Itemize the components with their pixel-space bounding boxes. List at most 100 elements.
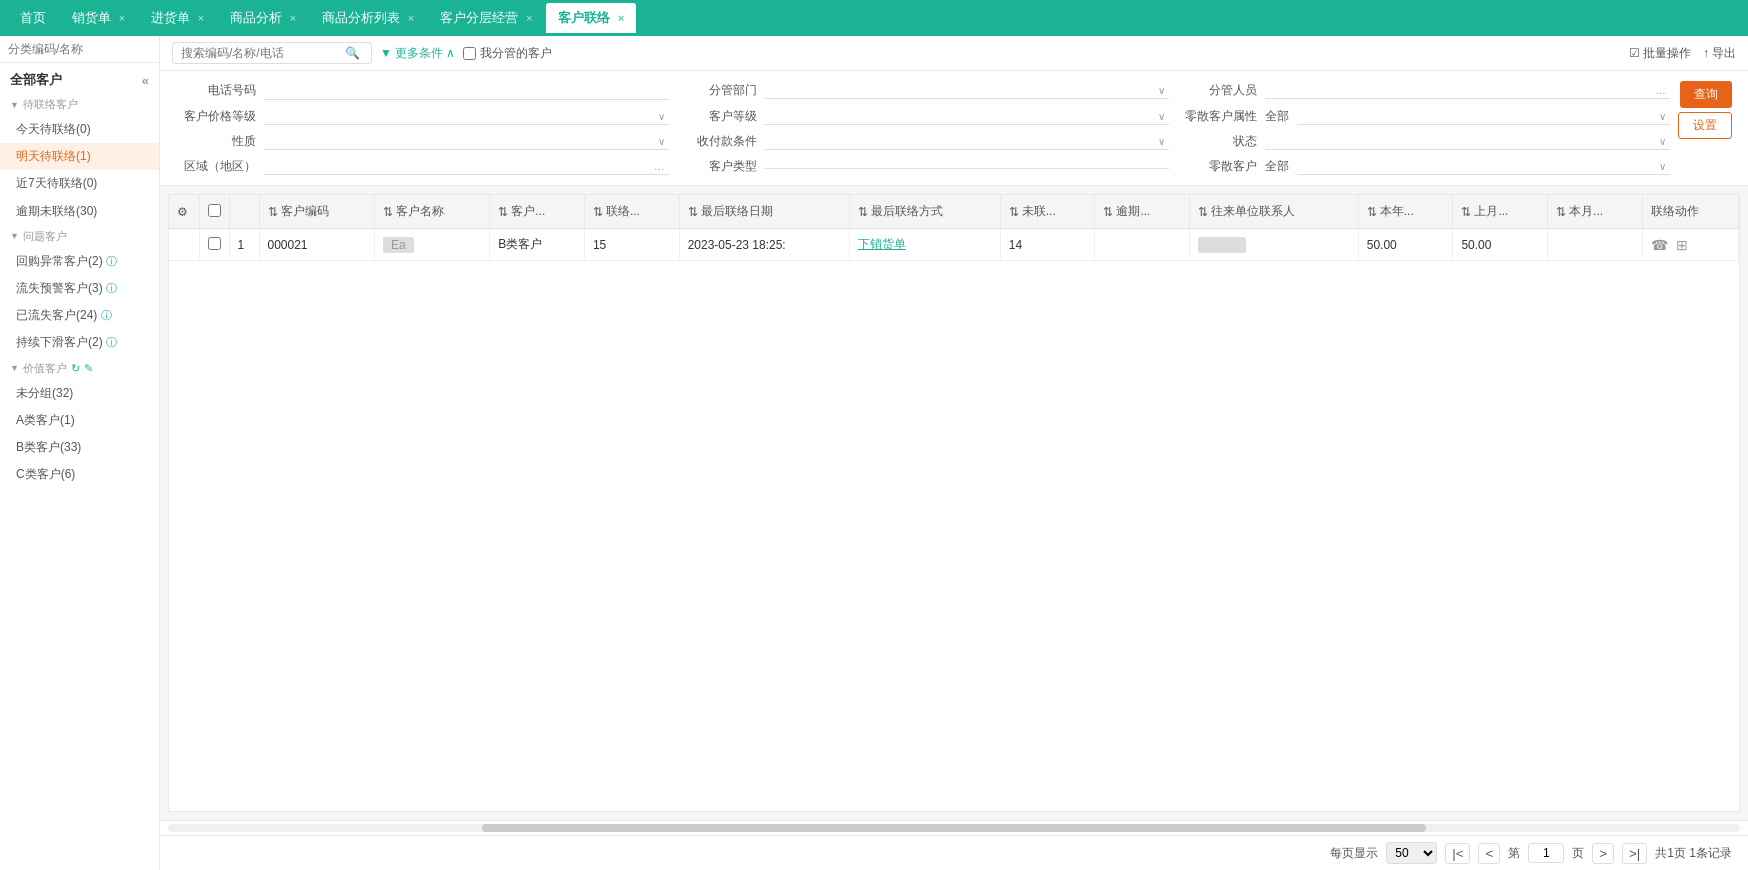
caret-down-icon: ∨ bbox=[1158, 136, 1165, 147]
scrollbar-thumb[interactable] bbox=[482, 824, 1425, 832]
nav-home[interactable]: 首页 bbox=[8, 3, 58, 33]
nature-label: 性质 bbox=[176, 133, 256, 150]
status-select[interactable]: ∨ bbox=[1265, 134, 1670, 150]
export-btn[interactable]: ↑ 导出 bbox=[1703, 45, 1736, 62]
th-contact-count[interactable]: ⇅ 联络... bbox=[584, 195, 679, 229]
grid-action-icon[interactable]: ⊞ bbox=[1676, 237, 1688, 253]
toolbar-search-container: 🔍 bbox=[172, 42, 372, 64]
prev-page-btn[interactable]: < bbox=[1478, 843, 1500, 864]
info-icon: ⓘ bbox=[106, 336, 117, 348]
customer-level-select[interactable]: ∨ bbox=[765, 109, 1170, 125]
payment-select[interactable]: ∨ bbox=[765, 134, 1170, 150]
settings-icon[interactable]: ⚙ bbox=[177, 205, 188, 219]
th-unit-contacts[interactable]: ⇅ 往来单位联系人 bbox=[1190, 195, 1359, 229]
sidebar-item-tomorrow-pending[interactable]: 明天待联络(1) bbox=[0, 143, 159, 170]
dept-select[interactable]: ∨ bbox=[765, 83, 1170, 99]
close-icon[interactable]: × bbox=[618, 12, 624, 24]
page-input[interactable] bbox=[1528, 843, 1564, 863]
customer-table: ⚙ ⇅ 客户编码 ⇅ 客户名称 ⇅ 客户... bbox=[169, 195, 1739, 261]
my-customers-label: 我分管的客户 bbox=[480, 45, 552, 62]
close-icon[interactable]: × bbox=[198, 12, 204, 24]
td-customer-code: 000021 bbox=[259, 229, 374, 261]
first-page-btn[interactable]: |< bbox=[1445, 843, 1470, 864]
sidebar-section-pending: 待联络客户 bbox=[0, 93, 159, 116]
dots-icon: … bbox=[654, 160, 665, 172]
nav-purchase-order[interactable]: 进货单 × bbox=[139, 3, 216, 33]
retail-attr-select[interactable]: ∨ bbox=[1297, 109, 1670, 125]
table-wrapper: ⚙ ⇅ 客户编码 ⇅ 客户名称 ⇅ 客户... bbox=[168, 194, 1740, 812]
last-page-btn[interactable]: >| bbox=[1622, 843, 1647, 864]
scrollbar-row bbox=[160, 820, 1748, 835]
td-this-month bbox=[1548, 229, 1643, 261]
more-filters-btn[interactable]: ▼ 更多条件 ∧ bbox=[380, 45, 455, 62]
close-icon[interactable]: × bbox=[290, 12, 296, 24]
th-last-month[interactable]: ⇅ 上月... bbox=[1453, 195, 1548, 229]
price-level-select[interactable]: ∨ bbox=[264, 109, 669, 125]
last-contact-method-link[interactable]: 下销货单 bbox=[858, 237, 906, 251]
th-customer-code[interactable]: ⇅ 客户编码 bbox=[259, 195, 374, 229]
toolbar-search-input[interactable] bbox=[181, 46, 341, 60]
sidebar-item-class-b[interactable]: B类客户(33) bbox=[0, 434, 159, 461]
phone-input[interactable] bbox=[264, 81, 669, 100]
th-settings[interactable]: ⚙ bbox=[169, 195, 199, 229]
caret-icon: ∧ bbox=[446, 46, 455, 60]
nature-select[interactable]: ∨ bbox=[264, 134, 669, 150]
sidebar-item-ungrouped[interactable]: 未分组(32) bbox=[0, 380, 159, 407]
th-overdue[interactable]: ⇅ 逾期... bbox=[1095, 195, 1190, 229]
sidebar-item-class-a[interactable]: A类客户(1) bbox=[0, 407, 159, 434]
toolbar-search-icon[interactable]: 🔍 bbox=[345, 46, 360, 60]
filter-row-1: 电话号码 分管部门 ∨ 分管人员 … bbox=[176, 81, 1670, 100]
close-icon[interactable]: × bbox=[408, 12, 414, 24]
my-customers-checkbox[interactable] bbox=[463, 47, 476, 60]
nav-customer-contact[interactable]: 客户联络 × bbox=[546, 3, 636, 33]
region-select[interactable]: … bbox=[264, 158, 669, 175]
close-icon[interactable]: × bbox=[526, 12, 532, 24]
th-this-year[interactable]: ⇅ 本年... bbox=[1358, 195, 1453, 229]
sidebar-item-today-pending[interactable]: 今天待联络(0) bbox=[0, 116, 159, 143]
retail-select[interactable]: ∨ bbox=[1297, 159, 1670, 175]
set-button[interactable]: 设置 bbox=[1678, 112, 1732, 139]
phone-action-icon[interactable]: ☎ bbox=[1651, 237, 1668, 253]
th-last-contact-date[interactable]: ⇅ 最后联络日期 bbox=[679, 195, 849, 229]
per-page-select[interactable]: 50 100 bbox=[1386, 842, 1437, 864]
query-button[interactable]: 查询 bbox=[1680, 81, 1732, 108]
nav-product-analysis[interactable]: 商品分析 × bbox=[218, 3, 308, 33]
filter-phone-field: 电话号码 bbox=[176, 81, 669, 100]
th-last-contact-method[interactable]: ⇅ 最后联络方式 bbox=[849, 195, 1000, 229]
sidebar-item-churned[interactable]: 已流失客户(24) ⓘ bbox=[0, 302, 159, 329]
sidebar-collapse-btn[interactable]: « bbox=[142, 73, 149, 88]
sidebar-item-churn-warning[interactable]: 流失预警客户(3) ⓘ bbox=[0, 275, 159, 302]
th-this-month[interactable]: ⇅ 本月... bbox=[1548, 195, 1643, 229]
td-contact-count: 15 bbox=[584, 229, 679, 261]
th-customer-type[interactable]: ⇅ 客户... bbox=[490, 195, 585, 229]
sidebar-search-input[interactable] bbox=[8, 42, 158, 56]
close-icon[interactable]: × bbox=[119, 12, 125, 24]
my-customers-checkbox-label[interactable]: 我分管的客户 bbox=[463, 45, 552, 62]
filter-price-level-field: 客户价格等级 ∨ bbox=[176, 108, 669, 125]
nav-sales-order[interactable]: 销货单 × bbox=[60, 3, 137, 33]
edit-icon[interactable]: ✎ bbox=[84, 362, 93, 375]
total-label: 共1页 1条记录 bbox=[1655, 845, 1732, 862]
caret-down-icon: ∨ bbox=[1659, 136, 1666, 147]
batch-op-btn[interactable]: ☑ 批量操作 bbox=[1629, 45, 1691, 62]
person-select[interactable]: … bbox=[1265, 82, 1670, 99]
row-checkbox[interactable] bbox=[208, 237, 221, 250]
th-no-contact-days[interactable]: ⇅ 未联... bbox=[1000, 195, 1095, 229]
refresh-icon[interactable]: ↻ bbox=[71, 362, 80, 375]
sidebar-all-customers[interactable]: 全部客户 « bbox=[0, 63, 159, 93]
sidebar-item-7days-pending[interactable]: 近7天待联络(0) bbox=[0, 170, 159, 197]
td-index: 1 bbox=[229, 229, 259, 261]
nav-customer-stratification[interactable]: 客户分层经营 × bbox=[428, 3, 544, 33]
next-page-btn[interactable]: > bbox=[1592, 843, 1614, 864]
payment-label: 收付款条件 bbox=[677, 133, 757, 150]
select-all-checkbox[interactable] bbox=[208, 204, 221, 217]
nav-product-analysis-list[interactable]: 商品分析列表 × bbox=[310, 3, 426, 33]
sidebar-item-overdue-pending[interactable]: 逾期未联络(30) bbox=[0, 198, 159, 225]
sidebar-item-class-c[interactable]: C类客户(6) bbox=[0, 461, 159, 488]
sort-icon: ⇅ bbox=[383, 205, 393, 219]
filter-payment-field: 收付款条件 ∨ bbox=[677, 133, 1170, 150]
sidebar-item-abnormal-repurchase[interactable]: 回购异常客户(2) ⓘ bbox=[0, 248, 159, 275]
th-customer-name[interactable]: ⇅ 客户名称 bbox=[374, 195, 489, 229]
sidebar-item-declining[interactable]: 持续下滑客户(2) ⓘ bbox=[0, 329, 159, 356]
customer-type-select[interactable] bbox=[765, 164, 1170, 169]
